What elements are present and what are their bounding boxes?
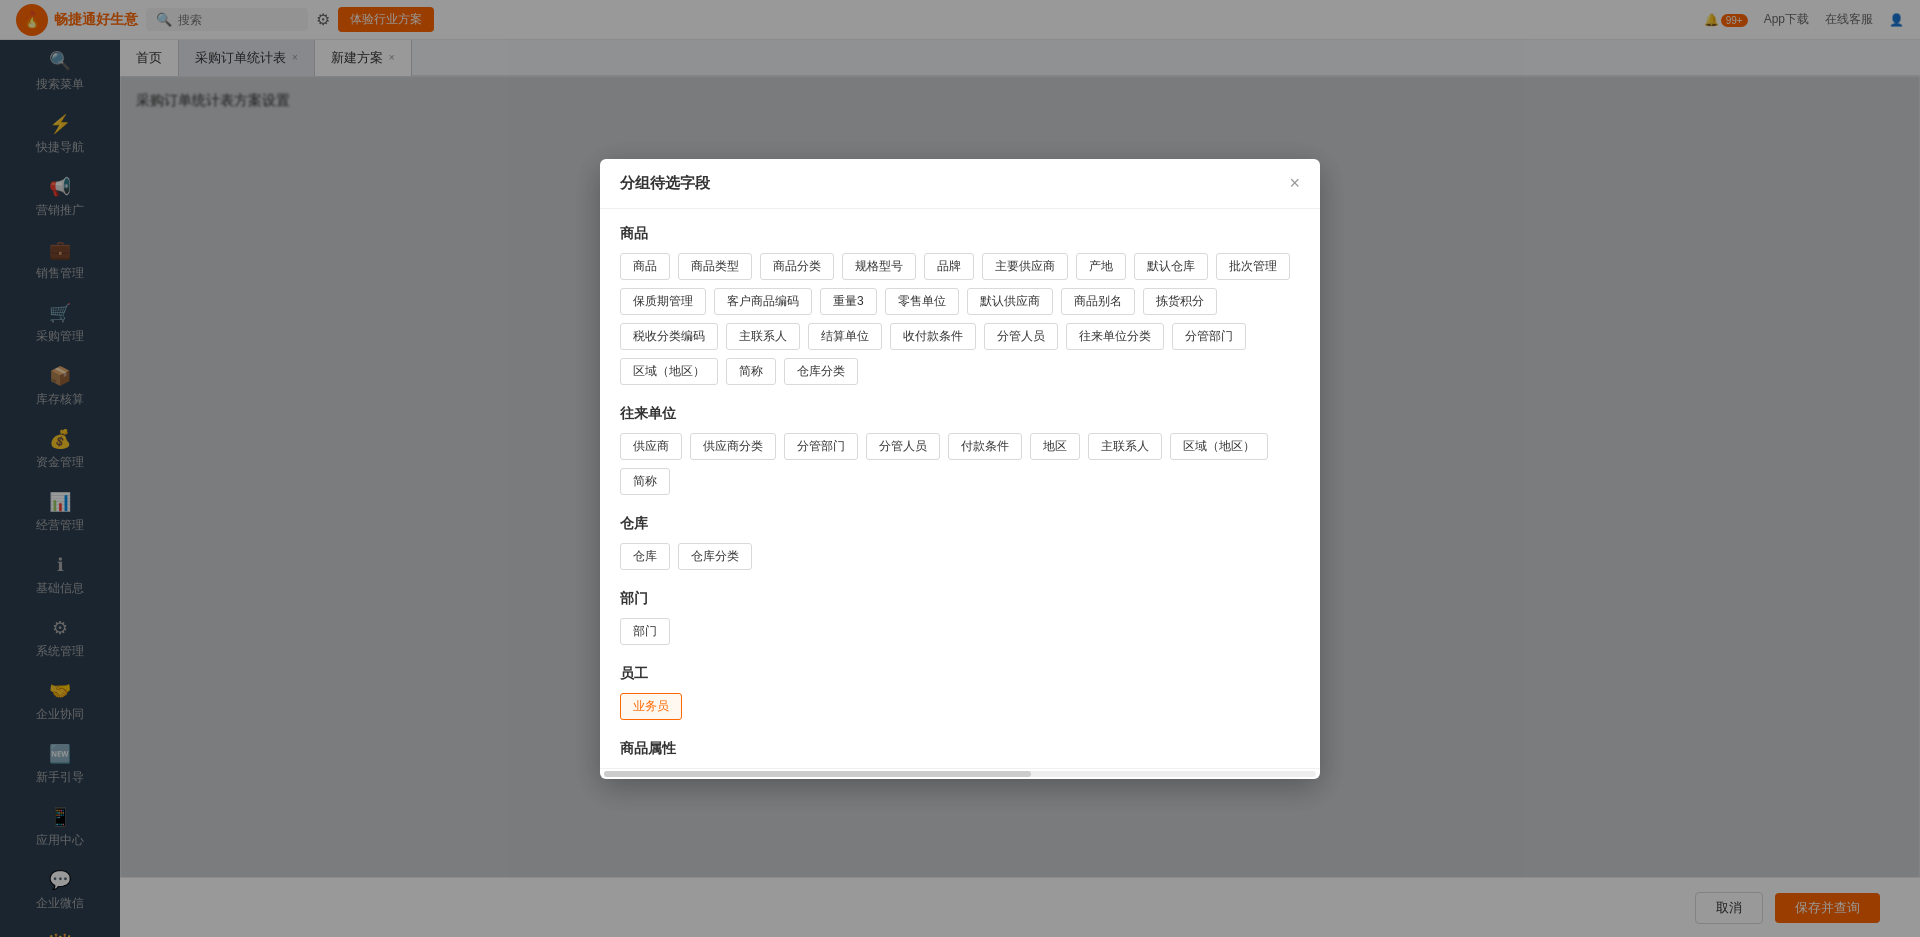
scrollbar-thumb	[604, 771, 1031, 777]
section-department-title: 部门	[620, 590, 1300, 608]
section-staff: 员工 业务员	[620, 665, 1300, 720]
section-goods-title: 商品	[620, 225, 1300, 243]
field-tag-goods-type[interactable]: 商品类型	[678, 253, 752, 280]
section-staff-tags: 业务员	[620, 693, 1300, 720]
section-goods: 商品 商品 商品类型 商品分类 规格型号 品牌 主要供应商 产地 默认仓库 批次…	[620, 225, 1300, 385]
modal-scrollbar-area	[600, 768, 1320, 778]
field-tag-batch-mgmt[interactable]: 批次管理	[1216, 253, 1290, 280]
field-tag-partner-supervisor[interactable]: 分管人员	[866, 433, 940, 460]
field-tag-supplier[interactable]: 供应商	[620, 433, 682, 460]
field-tag-supervisor[interactable]: 分管人员	[984, 323, 1058, 350]
field-tag-partner-category[interactable]: 往来单位分类	[1066, 323, 1164, 350]
field-tag-main-supplier[interactable]: 主要供应商	[982, 253, 1068, 280]
field-tag-retail-unit[interactable]: 零售单位	[885, 288, 959, 315]
field-tag-goods[interactable]: 商品	[620, 253, 670, 280]
field-tag-partner-dept[interactable]: 分管部门	[784, 433, 858, 460]
field-tag-salesperson[interactable]: 业务员	[620, 693, 682, 720]
field-tag-expiry-mgmt[interactable]: 保质期管理	[620, 288, 706, 315]
section-department: 部门 部门	[620, 590, 1300, 645]
modal-select-fields: 分组待选字段 × 商品 商品 商品类型 商品分类 规格型号 品牌 主要供应商 产…	[600, 159, 1320, 779]
section-warehouse-title: 仓库	[620, 515, 1300, 533]
section-warehouse-tags: 仓库 仓库分类	[620, 543, 1300, 570]
field-tag-goods-category[interactable]: 商品分类	[760, 253, 834, 280]
field-tag-area[interactable]: 地区	[1030, 433, 1080, 460]
horizontal-scrollbar[interactable]	[604, 771, 1316, 777]
field-tag-main-contact[interactable]: 主联系人	[726, 323, 800, 350]
field-tag-settle-unit[interactable]: 结算单位	[808, 323, 882, 350]
field-tag-short-name[interactable]: 简称	[726, 358, 776, 385]
section-partner-tags: 供应商 供应商分类 分管部门 分管人员 付款条件 地区 主联系人 区域（地区） …	[620, 433, 1300, 495]
field-tag-partner-short[interactable]: 简称	[620, 468, 670, 495]
section-goods-tags: 商品 商品类型 商品分类 规格型号 品牌 主要供应商 产地 默认仓库 批次管理 …	[620, 253, 1300, 385]
section-goods-attr: 商品属性 属性 颜色 多规格 尺码 鞋码 1	[620, 740, 1300, 769]
modal-header: 分组待选字段 ×	[600, 159, 1320, 209]
field-tag-pick-score[interactable]: 拣货积分	[1143, 288, 1217, 315]
section-goods-attr-title: 商品属性	[620, 740, 1300, 758]
field-tag-warehouse[interactable]: 仓库	[620, 543, 670, 570]
field-tag-supplier-category[interactable]: 供应商分类	[690, 433, 776, 460]
field-tag-spec-model[interactable]: 规格型号	[842, 253, 916, 280]
field-tag-goods-alias[interactable]: 商品别名	[1061, 288, 1135, 315]
field-tag-payment-terms[interactable]: 收付款条件	[890, 323, 976, 350]
field-tag-wh-category[interactable]: 仓库分类	[678, 543, 752, 570]
field-tag-weight[interactable]: 重量3	[820, 288, 877, 315]
field-tag-region[interactable]: 区域（地区）	[620, 358, 718, 385]
field-tag-default-supplier[interactable]: 默认供应商	[967, 288, 1053, 315]
section-department-tags: 部门	[620, 618, 1300, 645]
section-partner-title: 往来单位	[620, 405, 1300, 423]
modal-close-button[interactable]: ×	[1289, 173, 1300, 194]
overlay: 分组待选字段 × 商品 商品 商品类型 商品分类 规格型号 品牌 主要供应商 产…	[0, 0, 1920, 937]
modal-body: 商品 商品 商品类型 商品分类 规格型号 品牌 主要供应商 产地 默认仓库 批次…	[600, 209, 1320, 769]
section-staff-title: 员工	[620, 665, 1300, 683]
field-tag-brand[interactable]: 品牌	[924, 253, 974, 280]
field-tag-origin[interactable]: 产地	[1076, 253, 1126, 280]
field-tag-customer-sku[interactable]: 客户商品编码	[714, 288, 812, 315]
section-partner: 往来单位 供应商 供应商分类 分管部门 分管人员 付款条件 地区 主联系人 区域…	[620, 405, 1300, 495]
field-tag-dept[interactable]: 分管部门	[1172, 323, 1246, 350]
section-warehouse: 仓库 仓库 仓库分类	[620, 515, 1300, 570]
field-tag-department[interactable]: 部门	[620, 618, 670, 645]
field-tag-tax-code[interactable]: 税收分类编码	[620, 323, 718, 350]
field-tag-warehouse-category[interactable]: 仓库分类	[784, 358, 858, 385]
modal-title: 分组待选字段	[620, 174, 710, 193]
field-tag-partner-region[interactable]: 区域（地区）	[1170, 433, 1268, 460]
field-tag-default-warehouse[interactable]: 默认仓库	[1134, 253, 1208, 280]
field-tag-pay-terms[interactable]: 付款条件	[948, 433, 1022, 460]
field-tag-partner-contact[interactable]: 主联系人	[1088, 433, 1162, 460]
